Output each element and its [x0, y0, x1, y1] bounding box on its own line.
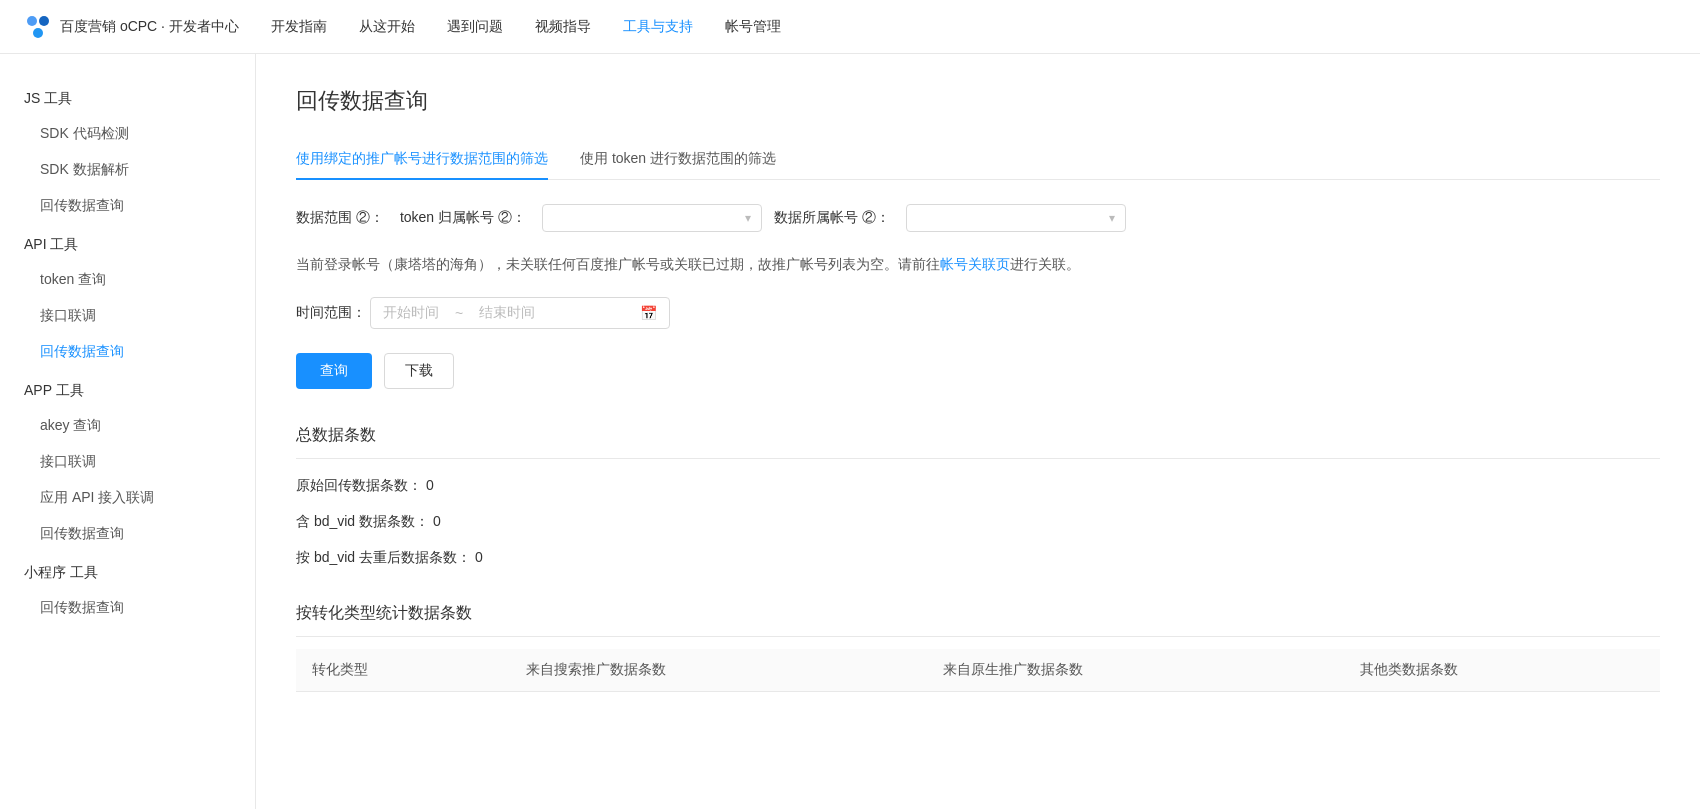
sidebar-item-app-upload-query[interactable]: 回传数据查询 — [0, 516, 255, 552]
sidebar-item-sdk-code-check[interactable]: SDK 代码检测 — [0, 116, 255, 152]
brand: 百度营销 oCPC · 开发者中心 — [24, 13, 239, 41]
sidebar-item-token-query[interactable]: token 查询 — [0, 262, 255, 298]
nav-item-troubleshoot[interactable]: 遇到问题 — [447, 18, 503, 36]
layout: JS 工具 SDK 代码检测 SDK 数据解析 回传数据查询 API 工具 to… — [0, 54, 1700, 809]
nav-item-account-mgmt[interactable]: 帐号管理 — [725, 18, 781, 36]
col-native-header: 来自原生推广数据条数 — [927, 649, 1344, 692]
time-separator: ~ — [455, 305, 463, 321]
nav-item-tools-support[interactable]: 工具与支持 — [623, 18, 693, 36]
conversion-section: 按转化类型统计数据条数 转化类型 来自搜索推广数据条数 来自原生推广数据条数 其… — [296, 603, 1660, 692]
sidebar-group-app-tools: APP 工具 akey 查询 接口联调 应用 API 接入联调 回传数据查询 — [0, 374, 255, 552]
tabs: 使用绑定的推广帐号进行数据范围的筛选 使用 token 进行数据范围的筛选 — [296, 140, 1660, 180]
sidebar-group-miniprogram-tools: 小程序 工具 回传数据查询 — [0, 556, 255, 626]
sidebar-group-js-tools: JS 工具 SDK 代码检测 SDK 数据解析 回传数据查询 — [0, 82, 255, 224]
stats-bdvid-label: 含 bd_vid 数据条数： — [296, 513, 429, 529]
stats-raw-value: 0 — [426, 477, 434, 493]
tab-token[interactable]: 使用 token 进行数据范围的筛选 — [580, 140, 776, 180]
conversion-section-title: 按转化类型统计数据条数 — [296, 603, 1660, 637]
notice-suffix: 进行关联。 — [1010, 256, 1080, 272]
top-nav: 百度营销 oCPC · 开发者中心 开发指南 从这开始 遇到问题 视频指导 工具… — [0, 0, 1700, 54]
brand-logo-icon — [24, 13, 52, 41]
sidebar-group-title-app-tools: APP 工具 — [0, 374, 255, 408]
nav-item-get-started[interactable]: 从这开始 — [359, 18, 415, 36]
table-header-row: 转化类型 来自搜索推广数据条数 来自原生推广数据条数 其他类数据条数 — [296, 649, 1660, 692]
stats-section-title: 总数据条数 — [296, 425, 1660, 459]
stats-bdvid-value: 0 — [433, 513, 441, 529]
svg-point-2 — [33, 28, 43, 38]
sidebar-item-mini-upload-query[interactable]: 回传数据查询 — [0, 590, 255, 626]
nav-item-dev-guide[interactable]: 开发指南 — [271, 18, 327, 36]
notice-text: 当前登录帐号（康塔塔的海角），未关联任何百度推广帐号或关联已过期，故推广帐号列表… — [296, 252, 1660, 277]
page-title: 回传数据查询 — [296, 86, 1660, 116]
time-end-placeholder: 结束时间 — [479, 304, 535, 322]
sidebar-item-js-upload-query[interactable]: 回传数据查询 — [0, 188, 255, 224]
brand-name: 百度营销 oCPC · 开发者中心 — [60, 18, 239, 36]
time-range-row: 时间范围： 开始时间 ~ 结束时间 📅 — [296, 297, 1660, 329]
stats-section: 总数据条数 原始回传数据条数： 0 含 bd_vid 数据条数： 0 按 bd_… — [296, 425, 1660, 571]
stats-raw-count: 原始回传数据条数： 0 — [296, 471, 1660, 499]
tab-bound-account[interactable]: 使用绑定的推广帐号进行数据范围的筛选 — [296, 140, 548, 180]
sidebar-item-api-upload-query[interactable]: 回传数据查询 — [0, 334, 255, 370]
time-placeholder: 开始时间 ~ 结束时间 — [383, 304, 640, 322]
col-search-header: 来自搜索推广数据条数 — [510, 649, 927, 692]
stats-raw-label: 原始回传数据条数： — [296, 477, 422, 493]
sidebar-group-title-mini-tools: 小程序 工具 — [0, 556, 255, 590]
stats-dedup-label: 按 bd_vid 去重后数据条数： — [296, 549, 471, 565]
token-account-select[interactable]: ▾ — [542, 204, 762, 232]
calendar-icon: 📅 — [640, 305, 657, 321]
data-account-select[interactable]: ▾ — [906, 204, 1126, 232]
sidebar-group-title-api-tools: API 工具 — [0, 228, 255, 262]
sidebar-item-sdk-data-parse[interactable]: SDK 数据解析 — [0, 152, 255, 188]
sidebar-group-title-js-tools: JS 工具 — [0, 82, 255, 116]
sidebar: JS 工具 SDK 代码检测 SDK 数据解析 回传数据查询 API 工具 to… — [0, 54, 256, 809]
query-button[interactable]: 查询 — [296, 353, 372, 389]
sidebar-item-app-api-access[interactable]: 应用 API 接入联调 — [0, 480, 255, 516]
sidebar-item-api-debug[interactable]: 接口联调 — [0, 298, 255, 334]
nav-items: 开发指南 从这开始 遇到问题 视频指导 工具与支持 帐号管理 — [271, 18, 1676, 36]
notice-link[interactable]: 帐号关联页 — [940, 256, 1010, 272]
form-data-range-row: 数据范围 ②： token 归属帐号 ②： ▾ 数据所属帐号 ②： ▾ — [296, 204, 1660, 232]
notice-content: 当前登录帐号（康塔塔的海角），未关联任何百度推广帐号或关联已过期，故推广帐号列表… — [296, 256, 940, 272]
col-other-header: 其他类数据条数 — [1344, 649, 1660, 692]
sidebar-group-api-tools: API 工具 token 查询 接口联调 回传数据查询 — [0, 228, 255, 370]
stats-bdvid-count: 含 bd_vid 数据条数： 0 — [296, 507, 1660, 535]
token-account-select-arrow: ▾ — [745, 211, 751, 225]
svg-point-1 — [39, 16, 49, 26]
data-range-label: 数据范围 ②： — [296, 209, 384, 227]
download-button[interactable]: 下载 — [384, 353, 454, 389]
sidebar-item-app-api-debug[interactable]: 接口联调 — [0, 444, 255, 480]
conversion-table: 转化类型 来自搜索推广数据条数 来自原生推广数据条数 其他类数据条数 — [296, 649, 1660, 692]
nav-item-video-guide[interactable]: 视频指导 — [535, 18, 591, 36]
time-range-label: 时间范围： — [296, 304, 366, 322]
col-type-header: 转化类型 — [296, 649, 510, 692]
time-start-placeholder: 开始时间 — [383, 304, 439, 322]
sidebar-item-akey-query[interactable]: akey 查询 — [0, 408, 255, 444]
token-account-label: token 归属帐号 ②： — [400, 209, 526, 227]
action-buttons: 查询 下载 — [296, 353, 1660, 389]
stats-dedup-value: 0 — [475, 549, 483, 565]
svg-point-0 — [27, 16, 37, 26]
main-content: 回传数据查询 使用绑定的推广帐号进行数据范围的筛选 使用 token 进行数据范… — [256, 54, 1700, 809]
stats-dedup-count: 按 bd_vid 去重后数据条数： 0 — [296, 543, 1660, 571]
data-account-select-arrow: ▾ — [1109, 211, 1115, 225]
time-range-input[interactable]: 开始时间 ~ 结束时间 📅 — [370, 297, 670, 329]
data-account-label: 数据所属帐号 ②： — [774, 209, 890, 227]
